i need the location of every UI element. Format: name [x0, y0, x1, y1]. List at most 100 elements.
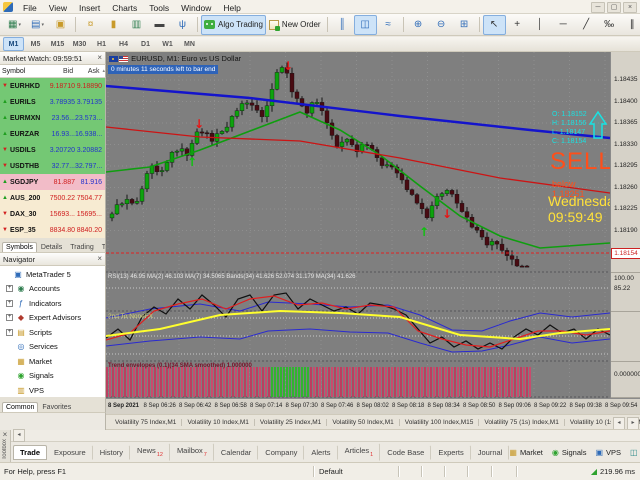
menu-view[interactable]: View: [43, 2, 73, 14]
tab-common[interactable]: Common: [2, 402, 39, 412]
toolbox-tab-company[interactable]: Company: [258, 444, 305, 460]
market-watch-row-eurzar[interactable]: ▲ EURZAR 16.93... 16.938...: [0, 126, 105, 142]
toolbox-tab-mailbox[interactable]: Mailbox7: [170, 443, 214, 461]
toolbox-toggle-button[interactable]: ▬: [148, 15, 171, 35]
navigator-item-indicators[interactable]: + ƒ Indicators: [0, 296, 105, 311]
bar-chart-button[interactable]: ║: [331, 15, 354, 35]
toolbox-tab-journal[interactable]: Journal: [471, 444, 510, 460]
navigator-item-scripts[interactable]: + ▤ Scripts: [0, 325, 105, 340]
tab-favorites[interactable]: Favorites: [38, 402, 75, 412]
chart-tab-volatility-25-index-m1[interactable]: Volatility 25 Index,M1: [255, 418, 328, 426]
fibonacci-button[interactable]: ‰: [598, 15, 621, 35]
navigator-toggle-button[interactable]: ▥: [125, 15, 148, 35]
tile-windows-button[interactable]: ⊞: [453, 15, 476, 35]
scroll-right-icon[interactable]: ▸: [627, 417, 639, 429]
toolbox-tab-experts[interactable]: Experts: [431, 444, 471, 460]
timeframe-m30[interactable]: M30: [69, 37, 90, 51]
market-watch-column-symbol[interactable]: Symbol: [0, 68, 45, 75]
chart-tab-volatility-50-index-m1[interactable]: Volatility 50 Index,M1: [327, 418, 400, 426]
chart-tab-volatility-75-1s-index-m1[interactable]: Volatility 75 (1s) Index,M1: [479, 418, 565, 426]
menu-charts[interactable]: Charts: [106, 2, 143, 14]
navigator-item-expert-advisors[interactable]: + ◆ Expert Advisors: [0, 311, 105, 326]
trendline-button[interactable]: ╱: [575, 15, 598, 35]
navigator-item-vps[interactable]: ▥ VPS: [0, 383, 105, 397]
market-watch-row-eurils[interactable]: ▲ EURILS 3.78935 3.79135: [0, 94, 105, 110]
navigator-item-metatrader-5[interactable]: ▣ MetaTrader 5: [0, 267, 105, 282]
navigator-item-market[interactable]: ▦ Market: [0, 354, 105, 369]
toolbox-tab-trade[interactable]: Trade: [13, 444, 48, 460]
chart-tab-volatility-100-index-m15[interactable]: Volatility 100 Index,M15: [400, 418, 480, 426]
algo-trading-button[interactable]: Algo Trading: [201, 14, 266, 35]
channel-button[interactable]: ∥: [621, 15, 640, 35]
timeframe-w1[interactable]: W1: [157, 37, 178, 51]
timeframe-d1[interactable]: D1: [135, 37, 156, 51]
toolbox-tab-alerts[interactable]: Alerts: [304, 444, 338, 460]
price-chart[interactable]: ↓ ↓ ↓ ↑ ↑: [106, 52, 610, 398]
toolbox-scroll-left-icon[interactable]: ◂: [13, 429, 25, 442]
new-order-button[interactable]: New Order: [266, 15, 324, 35]
tab-details[interactable]: Details: [37, 242, 66, 252]
toolbox-tab-code-base[interactable]: Code Base: [380, 444, 432, 460]
market-watch-row-aus-200[interactable]: ▲ AUS_200 7500.22 7504.77: [0, 190, 105, 206]
horizontal-line-button[interactable]: ─: [552, 15, 575, 35]
menu-insert[interactable]: Insert: [73, 2, 106, 14]
market-watch-row-usdils[interactable]: ▼ USDILS 3.20720 3.20882: [0, 142, 105, 158]
market-watch-row-esp-35[interactable]: ▼ ESP_35 8834.80 8840.20: [0, 222, 105, 238]
restore-button[interactable]: ▢: [607, 2, 621, 13]
market-watch-row-eurmxn[interactable]: ▲ EURMXN 23.56... 23.573...: [0, 110, 105, 126]
timeframe-h4[interactable]: H4: [113, 37, 134, 51]
navigator-close-icon[interactable]: ×: [97, 255, 102, 263]
timeframe-m15[interactable]: M15: [47, 37, 68, 51]
market-watch-row-usdthb[interactable]: ▼ USDTHB 32.77... 32.797...: [0, 158, 105, 174]
market-watch-row-eurhkd[interactable]: ▼ EURHKD 9.18710 9.18890: [0, 78, 105, 94]
vps-panel-button[interactable]: ▣ VPS: [595, 448, 621, 457]
signals-panel-button[interactable]: ◉ Signals: [552, 448, 587, 457]
candlestick-chart-button[interactable]: ◫: [353, 14, 377, 35]
zoom-out-button[interactable]: ⊖: [430, 15, 453, 35]
expander-icon[interactable]: +: [6, 328, 13, 336]
crosshair-button[interactable]: +: [506, 15, 529, 35]
tab-symbols[interactable]: Symbols: [2, 242, 37, 252]
data-window-button[interactable]: ▮: [102, 15, 125, 35]
toolbox-tab-articles[interactable]: Articles1: [338, 443, 381, 461]
minimize-button[interactable]: ─: [591, 2, 605, 13]
expander-icon[interactable]: +: [6, 285, 13, 293]
chart-tab-volatility-10-index-m1[interactable]: Volatility 10 Index,M1: [182, 418, 255, 426]
tab-tick-chart[interactable]: Tick Chart: [98, 242, 105, 252]
toolbox-tab-history[interactable]: History: [93, 444, 131, 460]
menu-help[interactable]: Help: [217, 2, 246, 14]
expander-icon[interactable]: +: [6, 299, 13, 307]
profile-save-button[interactable]: ▣: [49, 15, 72, 35]
toolbox-tab-exposure[interactable]: Exposure: [47, 444, 93, 460]
close-button[interactable]: ×: [623, 2, 637, 13]
navigator-item-signals[interactable]: ◉ Signals: [0, 369, 105, 384]
expander-icon[interactable]: +: [6, 314, 13, 322]
menu-window[interactable]: Window: [175, 2, 217, 14]
toolbox-close-icon[interactable]: ×: [0, 431, 10, 439]
market-watch-scrollbar[interactable]: ▴: [102, 68, 105, 74]
timeframe-m5[interactable]: M5: [25, 37, 46, 51]
market-watch-row-sgdjpy[interactable]: ▲ SGDJPY 81.887 81.916: [0, 174, 105, 190]
market-watch-column-ask[interactable]: Ask: [73, 68, 101, 75]
timeframe-mn[interactable]: MN: [179, 37, 200, 51]
statusbar-profile[interactable]: Default: [319, 467, 343, 476]
time-axis[interactable]: 8 Sep 2021 8 Sep 06:26 8 Sep 06:42 8 Sep 06…: [106, 398, 640, 414]
new-chart-button[interactable]: ▦ ▾: [3, 15, 26, 35]
market-watch-close-icon[interactable]: ×: [97, 54, 102, 62]
cursor-button[interactable]: ↖: [482, 14, 506, 35]
market-watch-column-bid[interactable]: Bid: [45, 68, 73, 75]
tester-toggle-button[interactable]: ψ: [171, 15, 194, 35]
market-watch-toggle-button[interactable]: ¤: [79, 15, 102, 35]
tab-trading[interactable]: Trading: [66, 242, 97, 252]
menu-tools[interactable]: Tools: [143, 2, 175, 14]
market-watch-row-dax-30[interactable]: ▼ DAX_30 15693... 15695...: [0, 206, 105, 222]
scroll-left-icon[interactable]: ◂: [613, 417, 625, 429]
market-panel-button[interactable]: ▦ Market: [509, 448, 542, 457]
timeframe-h1[interactable]: H1: [91, 37, 112, 51]
menu-file[interactable]: File: [17, 2, 43, 14]
toolbox-tab-calendar[interactable]: Calendar: [214, 444, 259, 460]
chart-tab-volatility-75-index-m1[interactable]: Volatility 75 Index,M1: [110, 418, 183, 426]
zoom-in-button[interactable]: ⊕: [407, 15, 430, 35]
timeframe-m1[interactable]: M1: [3, 37, 24, 51]
vertical-line-button[interactable]: │: [529, 15, 552, 35]
